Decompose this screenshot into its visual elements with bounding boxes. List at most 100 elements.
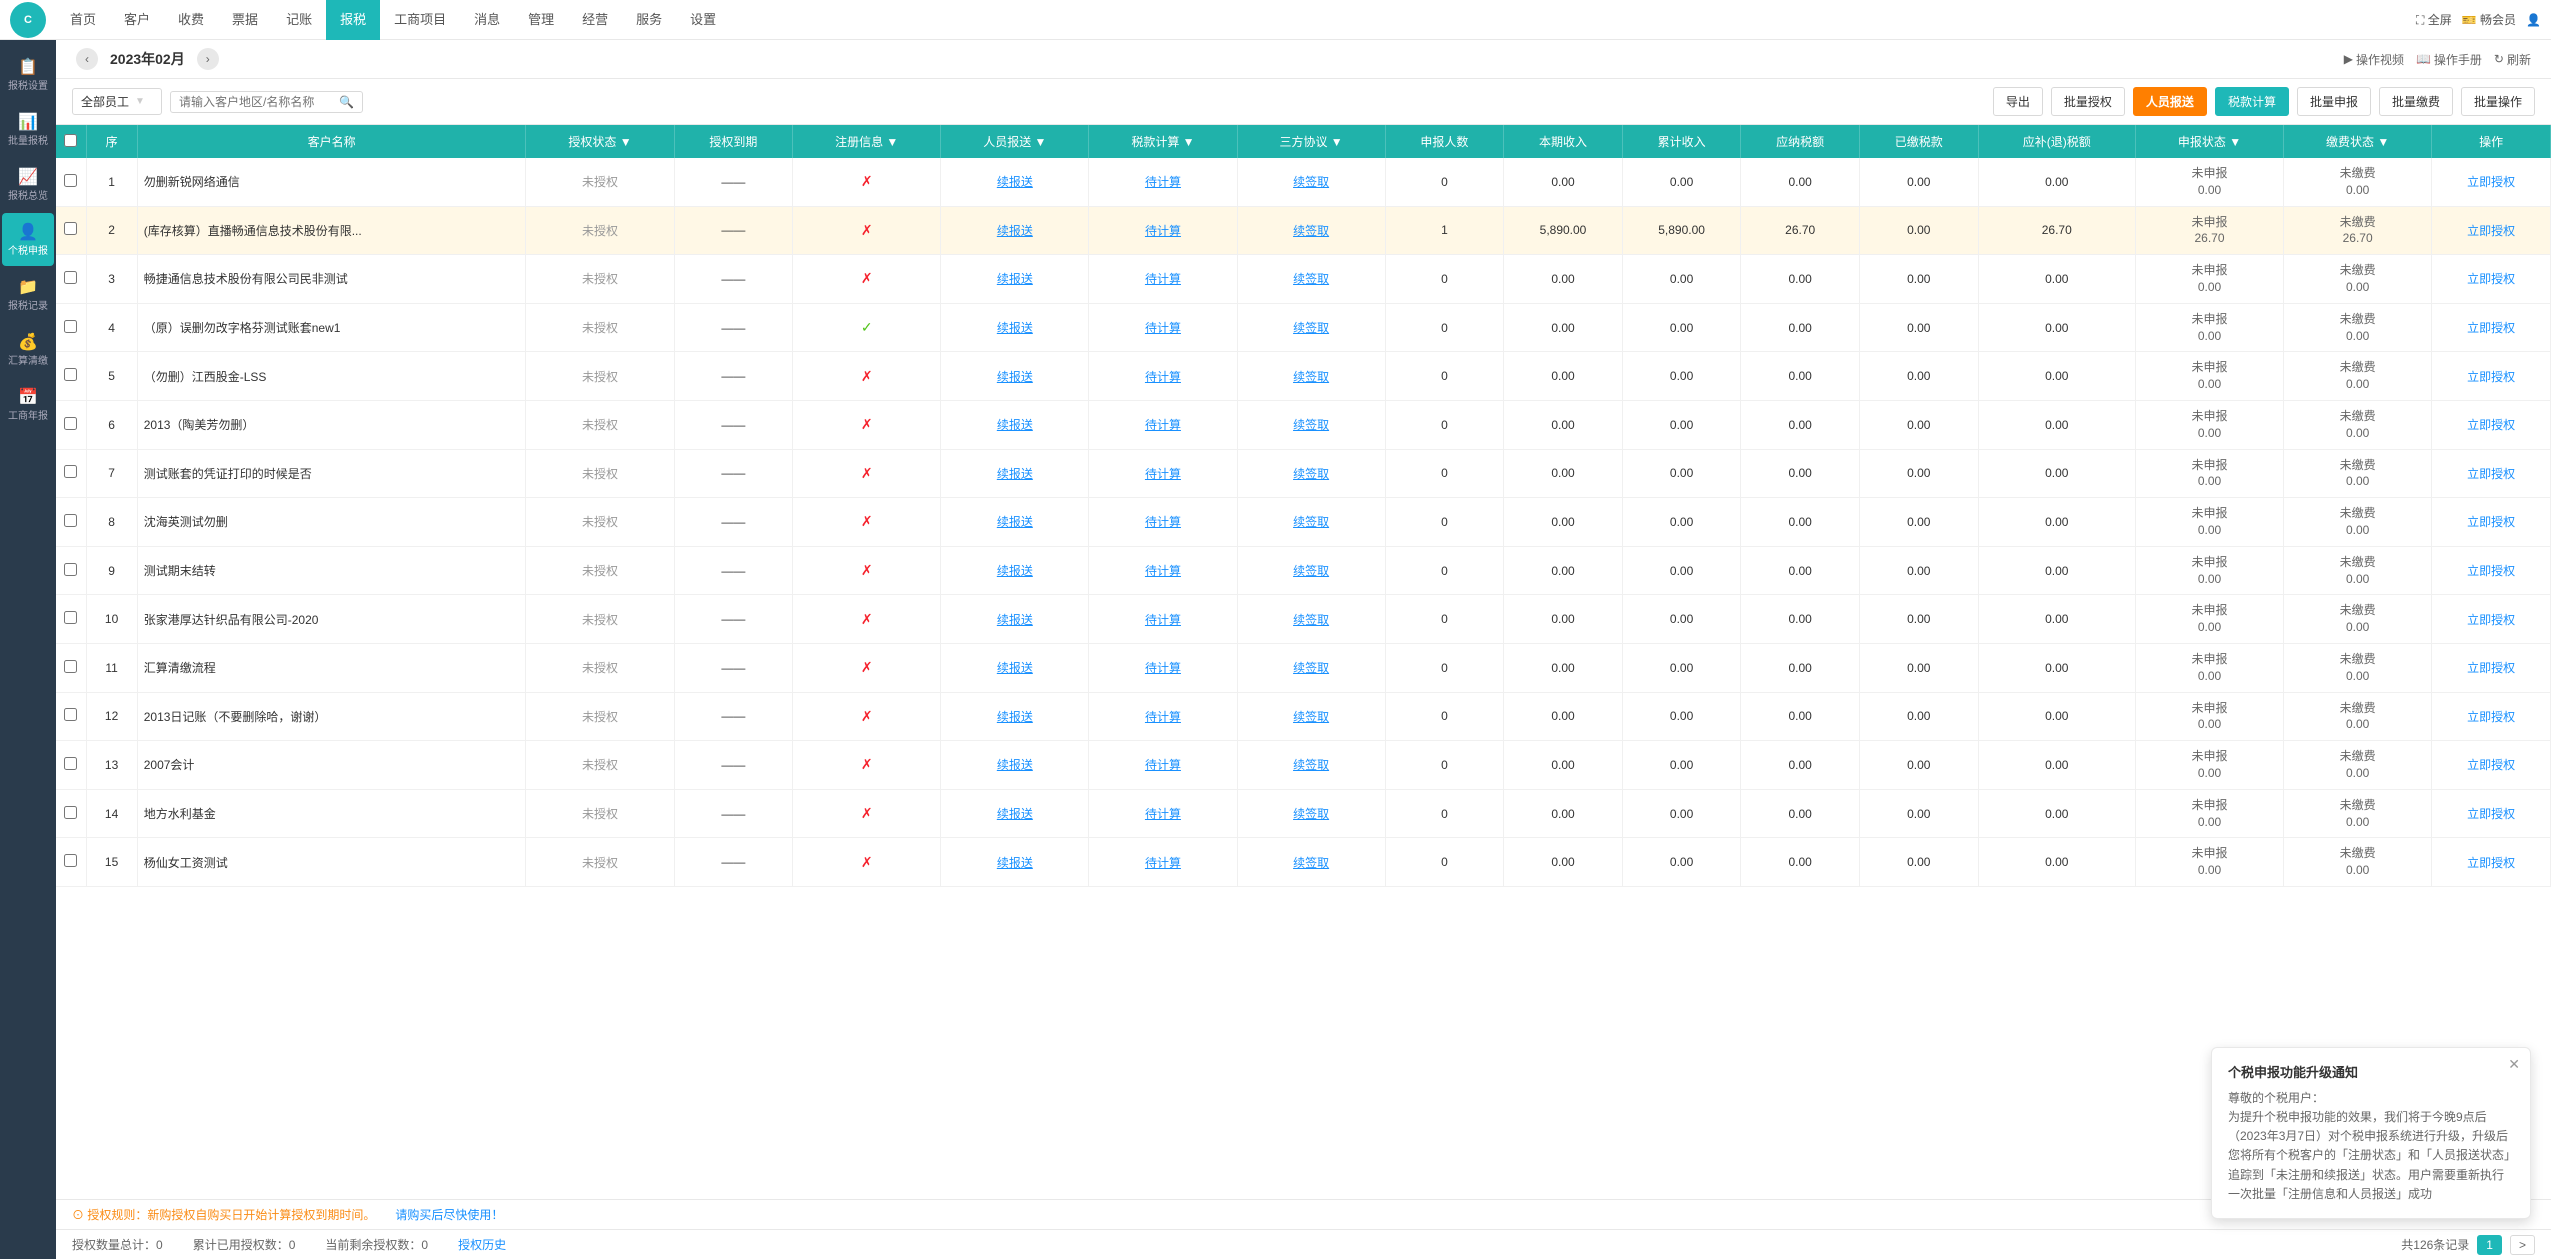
row-checkbox[interactable] [64,514,77,527]
operation-manual-btn[interactable]: 📖 操作手册 [2416,51,2482,68]
nav-accounting[interactable]: 记账 [272,0,326,40]
batch-ops-btn[interactable]: 批量操作 [2461,87,2535,116]
row-checkbox[interactable] [64,368,77,381]
tri-party-link[interactable]: 续签取 [1293,807,1329,821]
nav-message[interactable]: 消息 [460,0,514,40]
batch-declare-btn[interactable]: 批量申报 [2297,87,2371,116]
row-checkbox[interactable] [64,757,77,770]
nav-service[interactable]: 服务 [622,0,676,40]
action-link[interactable]: 立即授权 [2467,856,2515,870]
action-link[interactable]: 立即授权 [2467,515,2515,529]
th-reg-info[interactable]: 注册信息 ▼ [793,125,941,158]
tri-party-link[interactable]: 续签取 [1293,370,1329,384]
tri-party-link[interactable]: 续签取 [1293,175,1329,189]
tri-party-link[interactable]: 续签取 [1293,224,1329,238]
nav-business[interactable]: 工商项目 [380,0,460,40]
nav-client[interactable]: 客户 [110,0,164,40]
sidebar-item-tax-overview[interactable]: 📈 报税总览 [2,158,54,211]
th-tax-calc[interactable]: 税款计算 ▼ [1089,125,1237,158]
sidebar-item-annual-report[interactable]: 📅 工商年报 [2,378,54,431]
tax-calc-link[interactable]: 待计算 [1145,807,1181,821]
tax-calc-link[interactable]: 待计算 [1145,661,1181,675]
sidebar-item-annual-settlement[interactable]: 💰 汇算清缴 [2,323,54,376]
th-report[interactable]: 人员报送 ▼ [941,125,1089,158]
action-link[interactable]: 立即授权 [2467,807,2515,821]
nav-settings[interactable]: 设置 [676,0,730,40]
tax-calc-link[interactable]: 待计算 [1145,710,1181,724]
tri-party-link[interactable]: 续签取 [1293,418,1329,432]
fullscreen-btn[interactable]: ⛶ 全屏 [2416,11,2452,28]
report-link[interactable]: 续报送 [997,515,1033,529]
batch-pay-btn[interactable]: 批量缴费 [2379,87,2453,116]
nav-home[interactable]: 首页 [56,0,110,40]
th-auth-status[interactable]: 授权状态 ▼ [526,125,674,158]
report-link[interactable]: 续报送 [997,856,1033,870]
personal-report-btn[interactable]: 人员报送 [2133,87,2207,116]
tax-calc-link[interactable]: 待计算 [1145,515,1181,529]
row-checkbox[interactable] [64,320,77,333]
tax-calc-btn[interactable]: 税款计算 [2215,87,2289,116]
page-next-btn[interactable]: > [2510,1235,2535,1255]
employee-filter[interactable]: 全部员工 ▼ [72,88,162,115]
action-link[interactable]: 立即授权 [2467,370,2515,384]
period-next-btn[interactable]: › [197,48,219,70]
nav-tax[interactable]: 报税 [326,0,380,40]
nav-operation[interactable]: 经营 [568,0,622,40]
row-checkbox[interactable] [64,417,77,430]
tax-calc-link[interactable]: 待计算 [1145,564,1181,578]
th-pay-status[interactable]: 缴费状态 ▼ [2284,125,2432,158]
tri-party-link[interactable]: 续签取 [1293,710,1329,724]
tri-party-link[interactable]: 续签取 [1293,758,1329,772]
tax-calc-link[interactable]: 待计算 [1145,175,1181,189]
row-checkbox[interactable] [64,660,77,673]
action-link[interactable]: 立即授权 [2467,661,2515,675]
export-btn[interactable]: 导出 [1993,87,2043,116]
tri-party-link[interactable]: 续签取 [1293,564,1329,578]
tax-calc-link[interactable]: 待计算 [1145,613,1181,627]
tri-party-link[interactable]: 续签取 [1293,613,1329,627]
report-link[interactable]: 续报送 [997,418,1033,432]
action-link[interactable]: 立即授权 [2467,175,2515,189]
tri-party-link[interactable]: 续签取 [1293,661,1329,675]
th-declare-status[interactable]: 申报状态 ▼ [2135,125,2283,158]
tri-party-link[interactable]: 续签取 [1293,321,1329,335]
row-checkbox[interactable] [64,611,77,624]
period-prev-btn[interactable]: ‹ [76,48,98,70]
search-input[interactable] [179,95,339,109]
row-checkbox[interactable] [64,465,77,478]
refresh-btn[interactable]: ↻ 刷新 [2494,51,2531,68]
tax-calc-link[interactable]: 待计算 [1145,321,1181,335]
action-link[interactable]: 立即授权 [2467,710,2515,724]
tri-party-link[interactable]: 续签取 [1293,467,1329,481]
report-link[interactable]: 续报送 [997,175,1033,189]
row-checkbox[interactable] [64,854,77,867]
report-link[interactable]: 续报送 [997,321,1033,335]
nav-billing[interactable]: 收费 [164,0,218,40]
page-1-btn[interactable]: 1 [2477,1235,2502,1255]
row-checkbox[interactable] [64,563,77,576]
tax-calc-link[interactable]: 待计算 [1145,467,1181,481]
action-link[interactable]: 立即授权 [2467,321,2515,335]
tax-calc-link[interactable]: 待计算 [1145,370,1181,384]
sidebar-item-personal-tax[interactable]: 👤 个税申报 [2,213,54,266]
report-link[interactable]: 续报送 [997,661,1033,675]
th-tri-party[interactable]: 三方协议 ▼ [1237,125,1385,158]
sidebar-item-batch-tax[interactable]: 📊 批量报税 [2,103,54,156]
batch-auth-btn[interactable]: 批量授权 [2051,87,2125,116]
report-link[interactable]: 续报送 [997,807,1033,821]
action-link[interactable]: 立即授权 [2467,613,2515,627]
report-link[interactable]: 续报送 [997,758,1033,772]
select-all-checkbox[interactable] [64,134,77,147]
report-link[interactable]: 续报送 [997,564,1033,578]
nav-invoice[interactable]: 票据 [218,0,272,40]
operation-video-btn[interactable]: ▶ 操作视频 [2344,51,2404,68]
search-icon[interactable]: 🔍 [339,95,354,109]
nav-manage[interactable]: 管理 [514,0,568,40]
report-link[interactable]: 续报送 [997,224,1033,238]
sidebar-item-tax-records[interactable]: 📁 报税记录 [2,268,54,321]
report-link[interactable]: 续报送 [997,613,1033,627]
action-link[interactable]: 立即授权 [2467,272,2515,286]
auth-link[interactable]: 请购买后尽快使用！ [395,1206,503,1223]
report-link[interactable]: 续报送 [997,272,1033,286]
report-link[interactable]: 续报送 [997,467,1033,481]
